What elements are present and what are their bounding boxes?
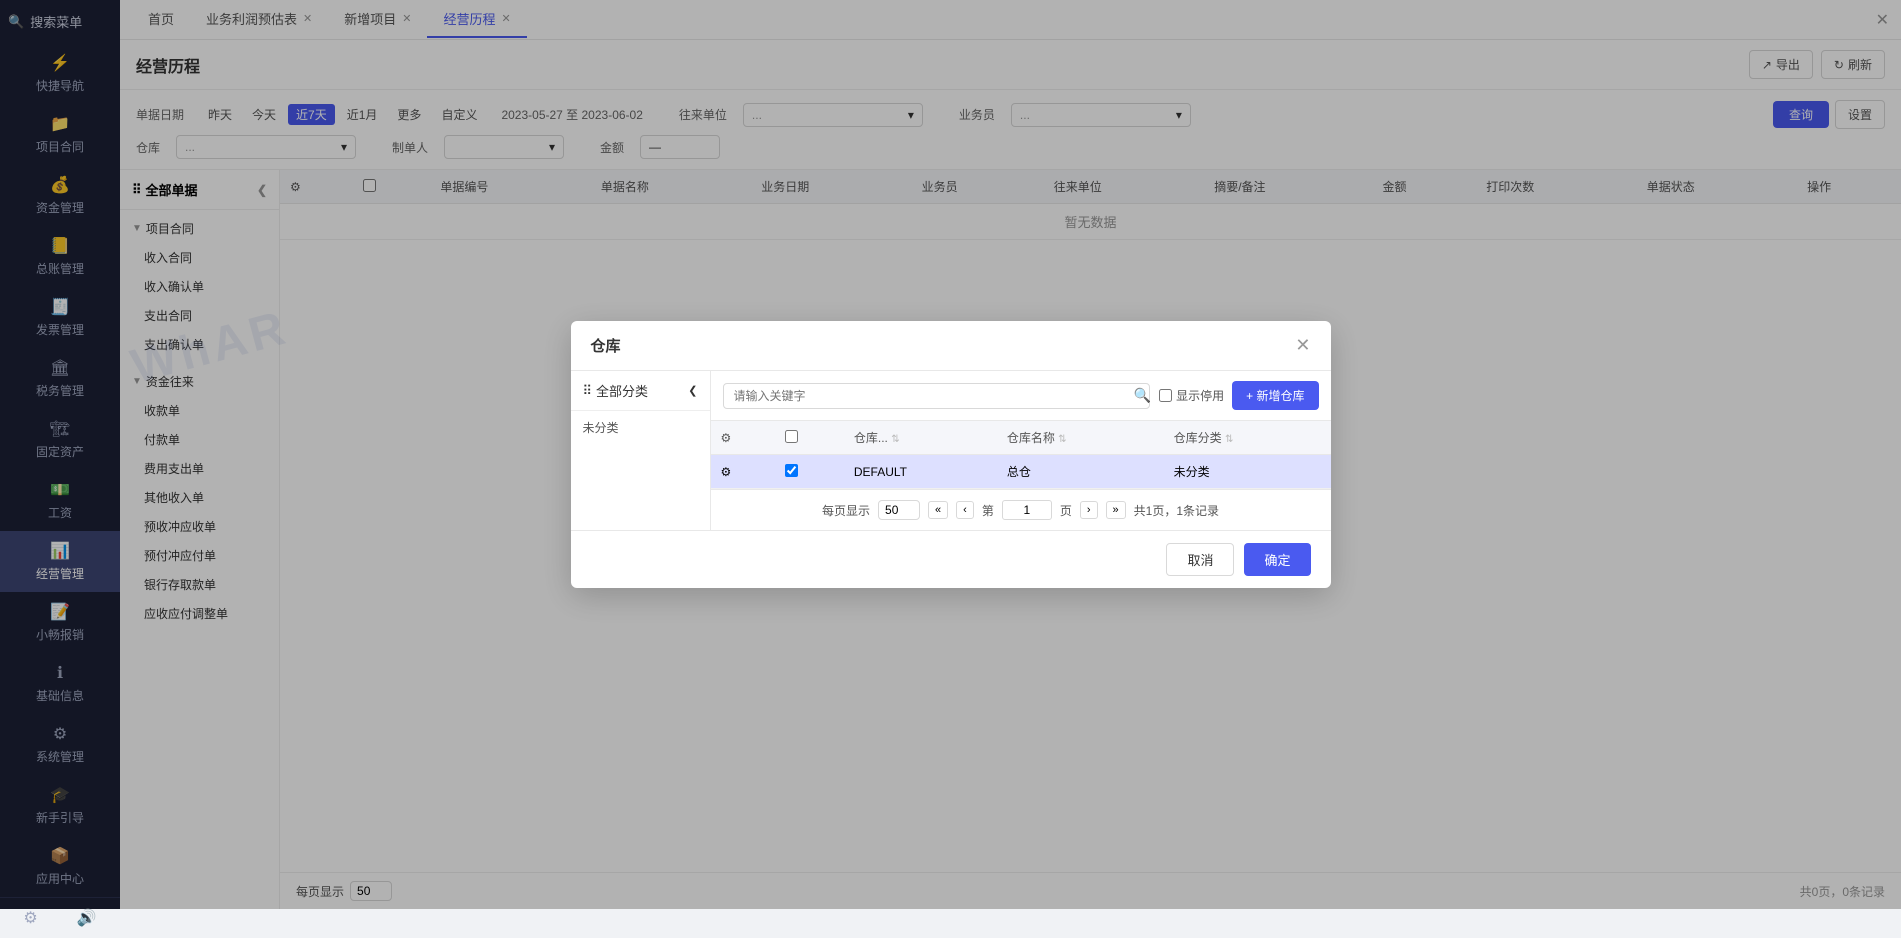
modal-col-category[interactable]: 仓库分类 ⇅ [1164, 421, 1331, 455]
modal-per-page-label: 每页显示 [822, 502, 870, 519]
modal-total-label: 共1页，1条记录 [1134, 502, 1219, 519]
modal-last-page-btn[interactable]: » [1106, 501, 1126, 519]
row-settings[interactable]: ⚙ [711, 455, 775, 489]
modal-left-header[interactable]: ⠿ 全部分类 ❮ [571, 371, 710, 411]
modal-next-page-btn[interactable]: › [1080, 501, 1098, 519]
modal-grid-icon: ⠿ [583, 383, 593, 399]
modal-category-list: 未分类 [571, 411, 710, 444]
modal-body: ⠿ 全部分类 ❮ 未分类 🔍 显示停用 + 新增 [571, 371, 1331, 530]
col-code-sort: ⇅ [891, 434, 899, 445]
modal-table-body: ⚙ DEFAULT 总仓 未分类 [711, 455, 1331, 489]
modal-table-area: ⚙ 仓库... ⇅ 仓库名称 ⇅ [711, 421, 1331, 489]
warehouse-modal: 仓库 ✕ ⠿ 全部分类 ❮ 未分类 🔍 [571, 321, 1331, 588]
sound-icon[interactable]: 🔊 [77, 908, 97, 928]
modal-prev-page-btn[interactable]: ‹ [956, 501, 974, 519]
modal-page-label: 第 [982, 502, 994, 519]
settings-icon[interactable]: ⚙ [23, 908, 37, 928]
modal-collapse-icon[interactable]: ❮ [688, 384, 697, 397]
show-disabled-checkbox[interactable] [1159, 389, 1172, 402]
col-category-sort: ⇅ [1225, 434, 1233, 445]
modal-first-page-btn[interactable]: « [928, 501, 948, 519]
modal-title: 仓库 [591, 335, 621, 356]
col-name-sort: ⇅ [1058, 434, 1066, 445]
row-category: 未分类 [1164, 455, 1331, 489]
row-name: 总仓 [997, 455, 1164, 489]
row-select-checkbox[interactable] [785, 464, 798, 477]
modal-all-category-label: 全部分类 [596, 381, 648, 400]
modal-close-button[interactable]: ✕ [1295, 335, 1310, 356]
modal-footer: 取消 确定 [571, 530, 1331, 588]
modal-col-settings[interactable]: ⚙ [711, 421, 775, 455]
modal-pagination: 每页显示 50 « ‹ 第 页 › » 共1页，1条记录 [711, 489, 1331, 530]
modal-right-panel: 🔍 显示停用 + 新增仓库 ⚙ [711, 371, 1331, 530]
modal-page-input[interactable] [1002, 500, 1052, 520]
modal-col-name[interactable]: 仓库名称 ⇅ [997, 421, 1164, 455]
modal-select-all[interactable] [785, 430, 798, 443]
modal-show-disabled: 显示停用 [1159, 387, 1224, 404]
show-disabled-label: 显示停用 [1176, 387, 1224, 404]
table-row[interactable]: ⚙ DEFAULT 总仓 未分类 [711, 455, 1331, 489]
modal-warehouse-table: ⚙ 仓库... ⇅ 仓库名称 ⇅ [711, 421, 1331, 489]
modal-category-unclassified[interactable]: 未分类 [571, 411, 710, 444]
modal-header: 仓库 ✕ [571, 321, 1331, 371]
row-checkbox[interactable] [775, 455, 844, 489]
modal-cancel-button[interactable]: 取消 [1166, 543, 1234, 576]
modal-page-suffix: 页 [1060, 502, 1072, 519]
modal-col-checkbox[interactable] [775, 421, 844, 455]
modal-left-panel: ⠿ 全部分类 ❮ 未分类 [571, 371, 711, 530]
add-warehouse-button[interactable]: + 新增仓库 [1232, 381, 1318, 410]
modal-col-code[interactable]: 仓库... ⇅ [844, 421, 997, 455]
modal-search-icon[interactable]: 🔍 [1134, 387, 1151, 404]
row-code: DEFAULT [844, 455, 997, 489]
modal-page-size-select[interactable]: 50 [878, 500, 920, 520]
modal-confirm-button[interactable]: 确定 [1244, 543, 1310, 576]
modal-table-header: ⚙ 仓库... ⇅ 仓库名称 ⇅ [711, 421, 1331, 455]
modal-search-input[interactable] [723, 383, 1150, 409]
modal-overlay: 仓库 ✕ ⠿ 全部分类 ❮ 未分类 🔍 [0, 0, 1901, 909]
modal-toolbar: 🔍 显示停用 + 新增仓库 [711, 371, 1331, 421]
